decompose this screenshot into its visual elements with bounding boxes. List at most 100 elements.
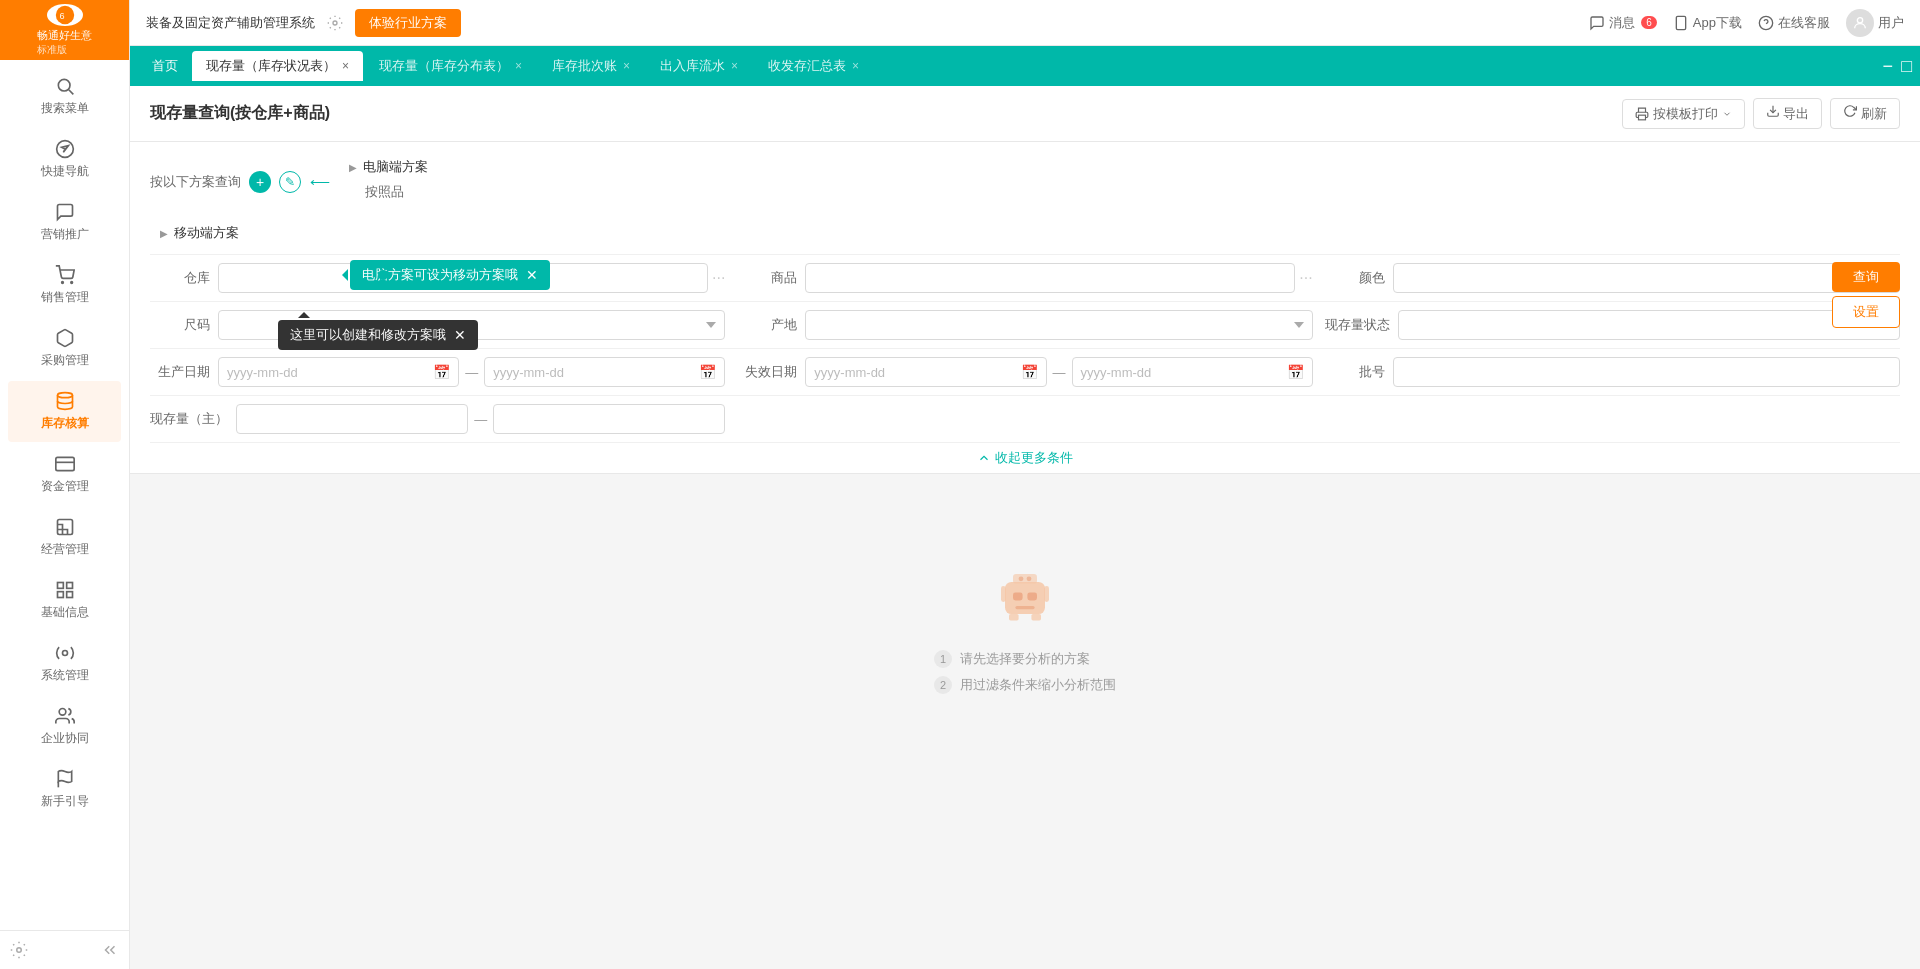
svg-rect-29 xyxy=(1013,592,1023,600)
sidebar: 6 畅通好生意 标准版 搜索菜单 快捷导航 营销推广 销售管理 采购管理 xyxy=(0,0,130,969)
plan-item-by-product[interactable]: 按照品 xyxy=(349,180,428,204)
sidebar-item-system[interactable]: 系统管理 xyxy=(8,633,121,694)
stock-status-select[interactable] xyxy=(1398,310,1900,340)
origin-select[interactable] xyxy=(805,310,1312,340)
tab-receive-send[interactable]: 收发存汇总表 × xyxy=(754,51,873,81)
filter-field-produce-date: 生产日期 yyyy-mm-dd 📅 — yyyy-mm-dd 📅 xyxy=(150,357,725,387)
edit-plan-tooltip-close[interactable]: ✕ xyxy=(454,327,466,343)
search-btn[interactable]: 查询 xyxy=(1832,262,1900,292)
product-label: 商品 xyxy=(737,269,797,287)
content-area: 现存量查询(按仓库+商品) 按模板打印 导出 刷新 按 xyxy=(130,86,1920,969)
plan-group-arrow: ▶ xyxy=(349,162,357,173)
sidebar-item-guide[interactable]: 新手引导 xyxy=(8,759,121,820)
sidebar-bottom xyxy=(0,930,129,969)
product-dots[interactable]: ··· xyxy=(1299,269,1312,287)
svg-rect-12 xyxy=(57,583,63,589)
empty-tips: 1 请先选择要分析的方案 2 用过滤条件来缩小分析范围 xyxy=(934,650,1116,694)
svg-rect-28 xyxy=(1005,582,1045,614)
filter-field-stock-qty: 现存量（主） — xyxy=(150,404,725,434)
filter-add-btn[interactable]: + xyxy=(249,171,271,193)
plan-group-desktop-header[interactable]: ▶ 电脑端方案 xyxy=(349,154,428,180)
tab-inventory-dist[interactable]: 现存量（库存分布表） × xyxy=(365,51,536,81)
svg-point-25 xyxy=(1857,17,1862,22)
produce-date-end[interactable]: yyyy-mm-dd 📅 xyxy=(484,357,725,387)
collapse-row: 收起更多条件 xyxy=(150,442,1900,473)
sidebar-item-operations[interactable]: 经营管理 xyxy=(8,507,121,568)
svg-point-2 xyxy=(58,79,70,91)
tab-inventory-status[interactable]: 现存量（库存状况表） × xyxy=(192,51,363,81)
tab-close-3[interactable]: × xyxy=(731,59,738,73)
produce-date-start-calendar-icon[interactable]: 📅 xyxy=(433,364,450,380)
trial-btn[interactable]: 体验行业方案 xyxy=(355,9,461,37)
sidebar-item-search[interactable]: 搜索菜单 xyxy=(8,66,121,127)
expire-date-start[interactable]: yyyy-mm-dd 📅 xyxy=(805,357,1046,387)
sidebar-item-enterprise[interactable]: 企业协同 xyxy=(8,696,121,757)
refresh-btn[interactable]: 刷新 xyxy=(1830,98,1900,129)
filter-header: 按以下方案查询 + ✎ ⟵ ▶ 电脑端方案 按照品 xyxy=(150,154,1900,210)
plan-group-mobile-header[interactable]: ▶ 移动端方案 xyxy=(160,220,1900,246)
logo-text: 畅通好生意 标准版 xyxy=(37,28,92,57)
sidebar-item-finance[interactable]: 资金管理 xyxy=(8,444,121,505)
app-download-item[interactable]: App下载 xyxy=(1673,14,1742,32)
filter-edit-btn[interactable]: ✎ xyxy=(279,171,301,193)
empty-tip-1: 1 请先选择要分析的方案 xyxy=(934,650,1116,668)
sidebar-item-purchase[interactable]: 采购管理 xyxy=(8,318,121,379)
plan-tooltip-close[interactable]: ✕ xyxy=(526,267,538,283)
plan-group-mobile-arrow: ▶ xyxy=(160,228,168,239)
filter-field-origin: 产地 xyxy=(737,310,1312,340)
tab-batch[interactable]: 库存批次账 × xyxy=(538,51,644,81)
filter-row-3: 生产日期 yyyy-mm-dd 📅 — yyyy-mm-dd 📅 xyxy=(150,348,1900,395)
produce-date-range: yyyy-mm-dd 📅 — yyyy-mm-dd 📅 xyxy=(218,357,725,387)
reset-btn[interactable]: 设置 xyxy=(1832,296,1900,328)
sidebar-item-quick-nav[interactable]: 快捷导航 xyxy=(8,129,121,190)
template-print-btn[interactable]: 按模板打印 xyxy=(1622,99,1745,129)
collapse-icon[interactable] xyxy=(101,941,119,959)
svg-point-7 xyxy=(70,282,72,284)
stock-qty-max[interactable] xyxy=(493,404,725,434)
search-buttons: 查询 设置 xyxy=(1832,262,1900,328)
settings-icon[interactable] xyxy=(10,941,28,959)
user-item[interactable]: 用户 xyxy=(1846,9,1904,37)
tab-close-4[interactable]: × xyxy=(852,59,859,73)
header-left: 装备及固定资产辅助管理系统 体验行业方案 xyxy=(146,9,461,37)
produce-date-end-calendar-icon[interactable]: 📅 xyxy=(699,364,716,380)
tab-home[interactable]: 首页 xyxy=(138,51,192,81)
svg-rect-34 xyxy=(1009,614,1019,620)
filter-field-product: 商品 ··· xyxy=(737,263,1312,293)
sidebar-logo: 6 畅通好生意 标准版 xyxy=(0,0,129,60)
warehouse-dots[interactable]: ··· xyxy=(712,269,725,287)
maximize-btn[interactable]: □ xyxy=(1901,56,1912,77)
settings-gear-icon[interactable] xyxy=(327,15,343,31)
plan-dropdown: ▶ 电脑端方案 按照品 xyxy=(339,154,428,210)
filter-field-color: 颜色 xyxy=(1325,263,1900,293)
svg-rect-26 xyxy=(1638,115,1645,120)
plan-group-mobile: ▶ 移动端方案 xyxy=(160,220,1900,246)
sidebar-item-basic[interactable]: 基础信息 xyxy=(8,570,121,631)
product-input[interactable] xyxy=(805,263,1295,293)
support-item[interactable]: 在线客服 xyxy=(1758,14,1830,32)
sidebar-item-inventory[interactable]: 库存核算 xyxy=(8,381,121,442)
stock-qty-min[interactable] xyxy=(236,404,468,434)
batch-input[interactable] xyxy=(1393,357,1900,387)
expire-date-start-calendar-icon[interactable]: 📅 xyxy=(1021,364,1038,380)
tab-close-0[interactable]: × xyxy=(342,59,349,73)
tab-inout[interactable]: 出入库流水 × xyxy=(646,51,752,81)
minimize-btn[interactable]: − xyxy=(1883,56,1894,77)
avatar xyxy=(1846,9,1874,37)
produce-date-start[interactable]: yyyy-mm-dd 📅 xyxy=(218,357,459,387)
filter-arrow-btn[interactable]: ⟵ xyxy=(309,171,331,193)
export-btn[interactable]: 导出 xyxy=(1753,98,1823,129)
color-select[interactable] xyxy=(1393,263,1900,293)
svg-rect-21 xyxy=(1676,16,1685,29)
sidebar-item-sales[interactable]: 销售管理 xyxy=(8,255,121,316)
messages-item[interactable]: 消息 6 xyxy=(1589,14,1657,32)
origin-label: 产地 xyxy=(737,316,797,334)
msg-badge: 6 xyxy=(1641,16,1657,29)
tab-close-1[interactable]: × xyxy=(515,59,522,73)
sidebar-item-marketing[interactable]: 营销推广 xyxy=(8,192,121,253)
empty-state-icon xyxy=(985,554,1065,634)
collapse-btn[interactable]: 收起更多条件 xyxy=(977,449,1073,467)
tab-close-2[interactable]: × xyxy=(623,59,630,73)
expire-date-end-calendar-icon[interactable]: 📅 xyxy=(1287,364,1304,380)
expire-date-end[interactable]: yyyy-mm-dd 📅 xyxy=(1072,357,1313,387)
